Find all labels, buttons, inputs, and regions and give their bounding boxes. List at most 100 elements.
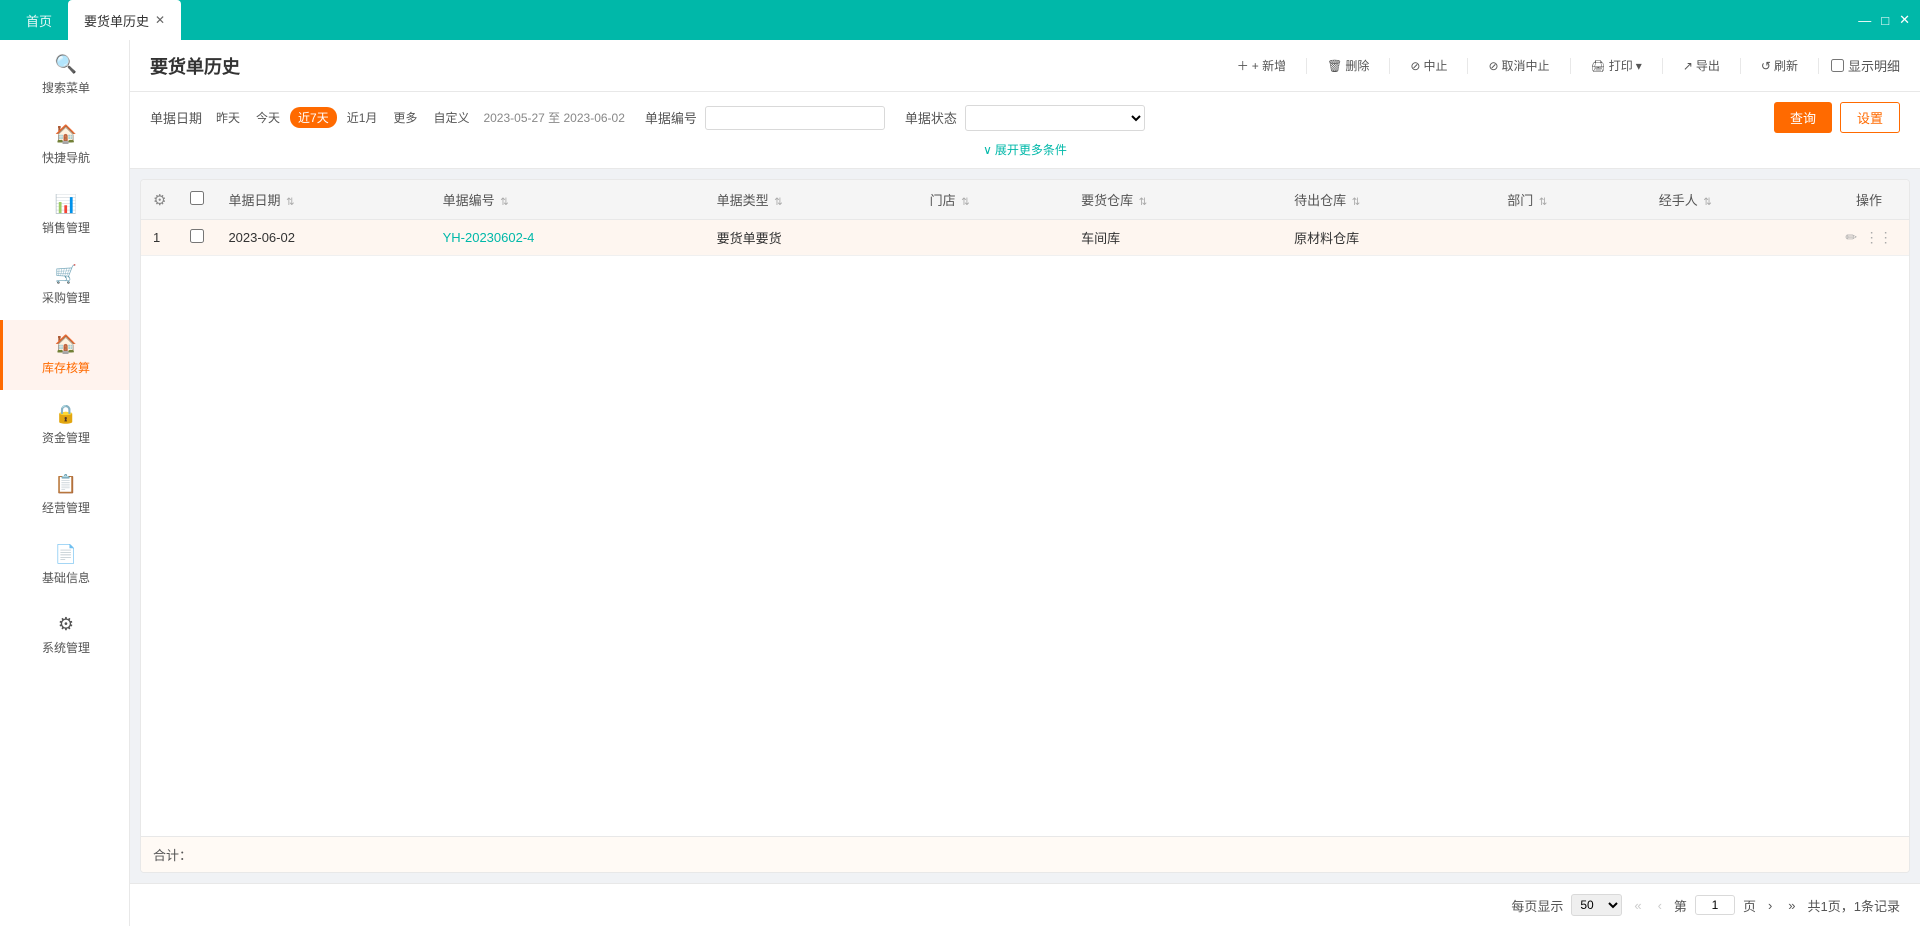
col-type: 单据类型 ⇅ [705, 180, 918, 220]
col-settings: ⚙ [141, 180, 178, 220]
row-pending-warehouse: 原材料仓库 [1282, 220, 1495, 256]
doc-number-filter-group: 单据编号 [645, 106, 885, 130]
sort-pending-icon[interactable]: ⇅ [1352, 197, 1360, 208]
sidebar-item-quick-nav[interactable]: 🏠 快捷导航 [0, 110, 129, 180]
export-button[interactable]: ↗ 导出 [1675, 52, 1728, 79]
sidebar-item-sales[interactable]: 📊 销售管理 [0, 180, 129, 250]
print-button[interactable]: 🖨 打印 ▾ [1583, 52, 1650, 79]
base-icon: 📄 [55, 544, 77, 565]
sort-req-icon[interactable]: ⇅ [1139, 197, 1147, 208]
date-range-text: 2023-05-27 至 2023-06-02 [483, 109, 624, 126]
show-detail-checkbox[interactable] [1831, 59, 1844, 72]
row-docno-link[interactable]: YH-20230602-4 [443, 230, 535, 245]
header-actions: ＋ + 新增 🗑 删除 ⊘ 中止 ⊘ 取消中止 [1229, 52, 1900, 79]
col-ops: 操作 [1829, 180, 1909, 220]
system-icon: ⚙ [58, 614, 74, 635]
divider [1306, 58, 1307, 74]
sidebar-item-finance[interactable]: 🔒 资金管理 [0, 390, 129, 460]
row-date: 2023-06-02 [216, 220, 430, 256]
sidebar-item-search[interactable]: 🔍 搜索菜单 [0, 40, 129, 110]
window-minimize[interactable]: — [1858, 13, 1871, 28]
content-area: 要货单历史 ＋ + 新增 🗑 删除 ⊘ 中止 ⊘ [130, 40, 1920, 926]
refresh-button[interactable]: ↺ 刷新 [1753, 52, 1806, 79]
date-btn-yesterday[interactable]: 昨天 [210, 107, 246, 128]
new-icon: ＋ [1237, 57, 1249, 74]
doc-number-label: 单据编号 [645, 108, 697, 127]
row-checkbox[interactable] [190, 229, 204, 243]
tab-history[interactable]: 要货单历史 ✕ [68, 0, 181, 40]
sort-type-icon[interactable]: ⇅ [774, 197, 782, 208]
date-filter-buttons: 昨天 今天 近7天 近1月 更多 自定义 [210, 107, 475, 128]
date-btn-7days[interactable]: 近7天 [290, 107, 337, 128]
chevron-down-icon: ∨ [983, 143, 992, 157]
last-page-btn[interactable]: » [1784, 896, 1799, 915]
operation-icon: 📋 [55, 474, 77, 495]
print-dropdown-icon: ▾ [1636, 59, 1642, 73]
main-layout: 🔍 搜索菜单 🏠 快捷导航 📊 销售管理 🛒 采购管理 🏠 库存核算 🔒 资金管… [0, 40, 1920, 926]
table-spacer [141, 256, 1909, 836]
prev-page-btn[interactable]: ‹ [1654, 896, 1666, 915]
table-settings-icon[interactable]: ⚙ [153, 192, 166, 209]
delete-icon: 🗑 [1327, 59, 1342, 73]
stop-icon: ⊘ [1410, 59, 1420, 73]
per-page-select[interactable]: 50 10 20 100 [1571, 894, 1622, 916]
date-btn-custom[interactable]: 自定义 [427, 107, 475, 128]
page-suffix: 页 [1743, 896, 1756, 915]
date-btn-today[interactable]: 今天 [250, 107, 286, 128]
divider2 [1389, 58, 1390, 74]
query-button[interactable]: 查询 [1774, 102, 1832, 133]
row-handler [1647, 220, 1829, 256]
edit-icon[interactable]: ✏ [1845, 229, 1857, 245]
window-maximize[interactable]: □ [1881, 13, 1889, 28]
sort-docno-icon[interactable]: ⇅ [500, 197, 508, 208]
table-row: 1 2023-06-02 YH-20230602-4 要货单要货 车间库 原材料… [141, 220, 1909, 256]
stop-button[interactable]: ⊘ 中止 [1402, 52, 1455, 79]
cancel-stop-button[interactable]: ⊘ 取消中止 [1480, 52, 1557, 79]
sidebar-item-purchase[interactable]: 🛒 采购管理 [0, 250, 129, 320]
more-icon[interactable]: ⋮⋮ [1865, 229, 1893, 245]
sort-dept-icon[interactable]: ⇅ [1539, 197, 1547, 208]
date-btn-1month[interactable]: 近1月 [341, 107, 384, 128]
row-type: 要货单要货 [705, 220, 918, 256]
filter-bar: 单据日期 昨天 今天 近7天 近1月 更多 自定义 2023-05-27 至 2… [130, 92, 1920, 169]
window-close[interactable]: ✕ [1899, 12, 1910, 28]
sidebar: 🔍 搜索菜单 🏠 快捷导航 📊 销售管理 🛒 采购管理 🏠 库存核算 🔒 资金管… [0, 40, 130, 926]
date-btn-more[interactable]: 更多 [387, 107, 423, 128]
row-store [918, 220, 1070, 256]
sort-date-icon[interactable]: ⇅ [286, 197, 294, 208]
sidebar-item-operation[interactable]: 📋 经营管理 [0, 460, 129, 530]
table-container: ⚙ 单据日期 ⇅ 单据编号 ⇅ [140, 179, 1910, 873]
first-page-btn[interactable]: « [1630, 896, 1645, 915]
row-docno: YH-20230602-4 [431, 220, 705, 256]
show-detail-checkbox-label[interactable]: 显示明细 [1831, 56, 1900, 75]
col-dept: 部门 ⇅ [1495, 180, 1647, 220]
select-all-checkbox[interactable] [190, 191, 204, 205]
row-checkbox-cell [178, 220, 216, 256]
settings-button[interactable]: 设置 [1840, 102, 1900, 133]
next-page-btn[interactable]: › [1764, 896, 1776, 915]
sidebar-item-system[interactable]: ⚙ 系统管理 [0, 600, 129, 670]
new-button[interactable]: ＋ + 新增 [1229, 52, 1294, 79]
sort-store-icon[interactable]: ⇅ [961, 197, 969, 208]
divider5 [1662, 58, 1663, 74]
status-filter-group: 单据状态 [905, 105, 1145, 131]
page-input[interactable] [1695, 895, 1735, 915]
sidebar-item-base[interactable]: 📄 基础信息 [0, 530, 129, 600]
total-label: 合计： [153, 848, 192, 863]
row-num: 1 [141, 220, 178, 256]
col-store: 门店 ⇅ [918, 180, 1070, 220]
col-checkbox [178, 180, 216, 220]
doc-number-input[interactable] [705, 106, 885, 130]
col-handler: 经手人 ⇅ [1647, 180, 1829, 220]
delete-button[interactable]: 🗑 删除 [1319, 52, 1377, 79]
expand-more-button[interactable]: ∨ 展开更多条件 [983, 141, 1067, 158]
col-req-warehouse: 要货仓库 ⇅ [1069, 180, 1282, 220]
status-select[interactable] [965, 105, 1145, 131]
divider3 [1467, 58, 1468, 74]
sidebar-item-inventory[interactable]: 🏠 库存核算 [0, 320, 129, 390]
tab-home[interactable]: 首页 [10, 0, 68, 40]
status-label: 单据状态 [905, 108, 957, 127]
tab-close-icon[interactable]: ✕ [155, 13, 165, 27]
sort-handler-icon[interactable]: ⇅ [1703, 197, 1711, 208]
divider4 [1570, 58, 1571, 74]
